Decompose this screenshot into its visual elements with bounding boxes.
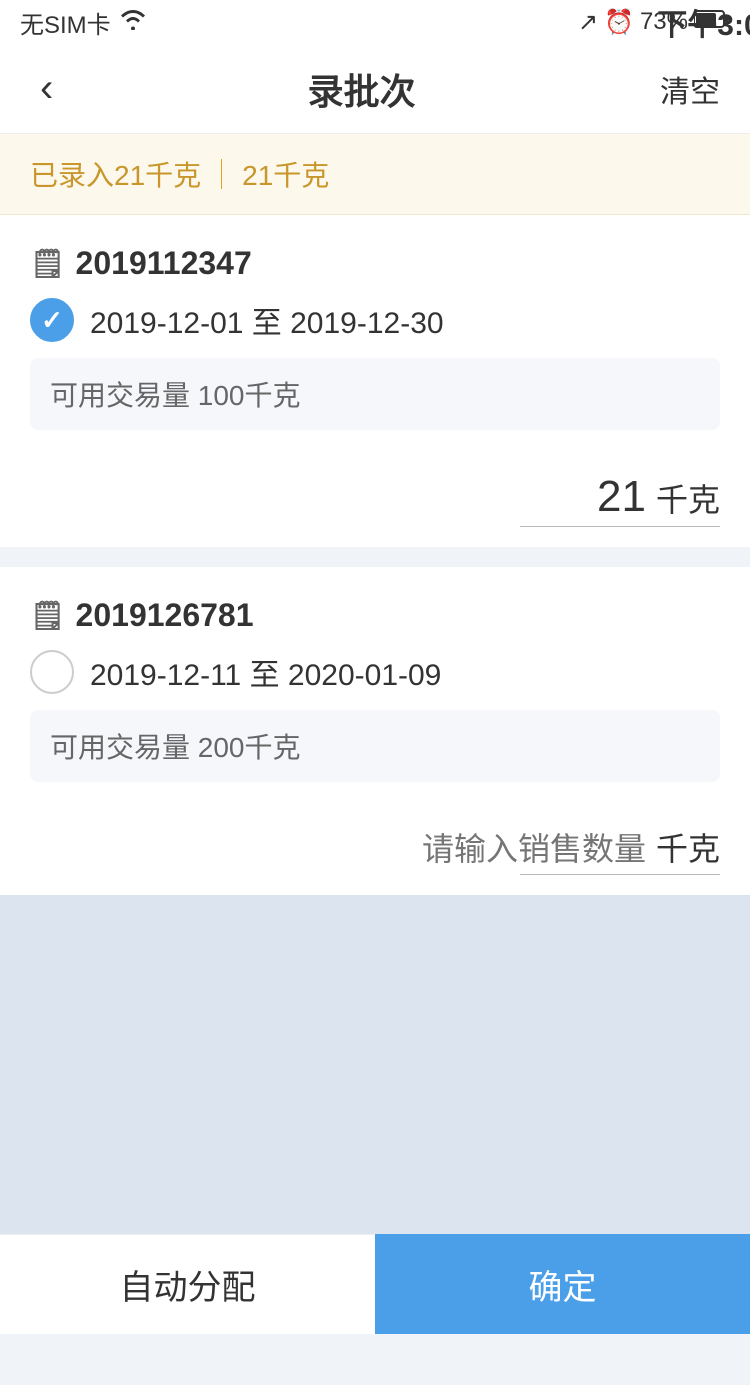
batch1-amount-display: 21 千克: [597, 472, 720, 522]
batch2-row: 2019-12-11 至 2020-01-09: [30, 650, 720, 694]
batch2-id: 2019126781: [76, 597, 254, 634]
status-bar: 无SIM卡 下午3:04 ↗ ⏰ 73%: [0, 0, 750, 44]
nav-bar: ‹ 录批次 清空: [0, 44, 750, 134]
batch2-header: 🗒 2019126781: [30, 597, 720, 634]
batch1-underline: [520, 526, 720, 527]
doc-icon-2: 🗒: [30, 599, 66, 632]
info-divider: [221, 159, 222, 189]
clear-button[interactable]: 清空: [660, 67, 720, 111]
batch2-avail: 可用交易量 200千克: [30, 710, 720, 782]
batch2-date-range: 2019-12-11 至 2020-01-09: [90, 650, 441, 694]
alarm-icon: ⏰: [604, 8, 634, 37]
page-title: 录批次: [308, 63, 416, 115]
gray-area: [0, 895, 750, 1285]
location-icon: ↗: [578, 8, 598, 37]
back-button[interactable]: ‹: [30, 56, 63, 121]
status-time: 下午3:04: [657, 0, 750, 44]
info-label: 已录入21千克: [30, 154, 201, 194]
batch1-avail: 可用交易量 100千克: [30, 358, 720, 430]
status-left: 无SIM卡: [20, 5, 147, 40]
batch1-header: 🗒 2019112347: [30, 245, 720, 282]
info-value: 21千克: [242, 154, 329, 194]
batch2-underline: [520, 874, 720, 875]
batch1-amount-number: 21: [597, 472, 646, 522]
section-gap-1: [0, 547, 750, 567]
batch2-card: 🗒 2019126781 2019-12-11 至 2020-01-09 可用交…: [0, 567, 750, 895]
quantity-input[interactable]: [346, 831, 646, 868]
bottom-bar: 自动分配 确定: [0, 1234, 750, 1334]
doc-icon-1: 🗒: [30, 247, 66, 280]
wifi-icon: [119, 8, 147, 37]
batch1-date-range: 2019-12-01 至 2019-12-30: [90, 298, 444, 342]
batch1-amount-unit: 千克: [656, 475, 720, 521]
batch1-card: 🗒 2019112347 2019-12-01 至 2019-12-30 可用交…: [0, 215, 750, 547]
batch1-row: 2019-12-01 至 2019-12-30: [30, 298, 720, 342]
carrier-text: 无SIM卡: [20, 5, 111, 40]
batch2-checkbox[interactable]: [30, 650, 74, 694]
batch1-checkbox[interactable]: [30, 298, 74, 342]
auto-distribute-button[interactable]: 自动分配: [0, 1234, 375, 1334]
batch1-id: 2019112347: [76, 245, 252, 282]
batch2-unit: 千克: [656, 824, 720, 870]
info-banner: 已录入21千克 21千克: [0, 134, 750, 215]
confirm-button[interactable]: 确定: [375, 1234, 750, 1334]
